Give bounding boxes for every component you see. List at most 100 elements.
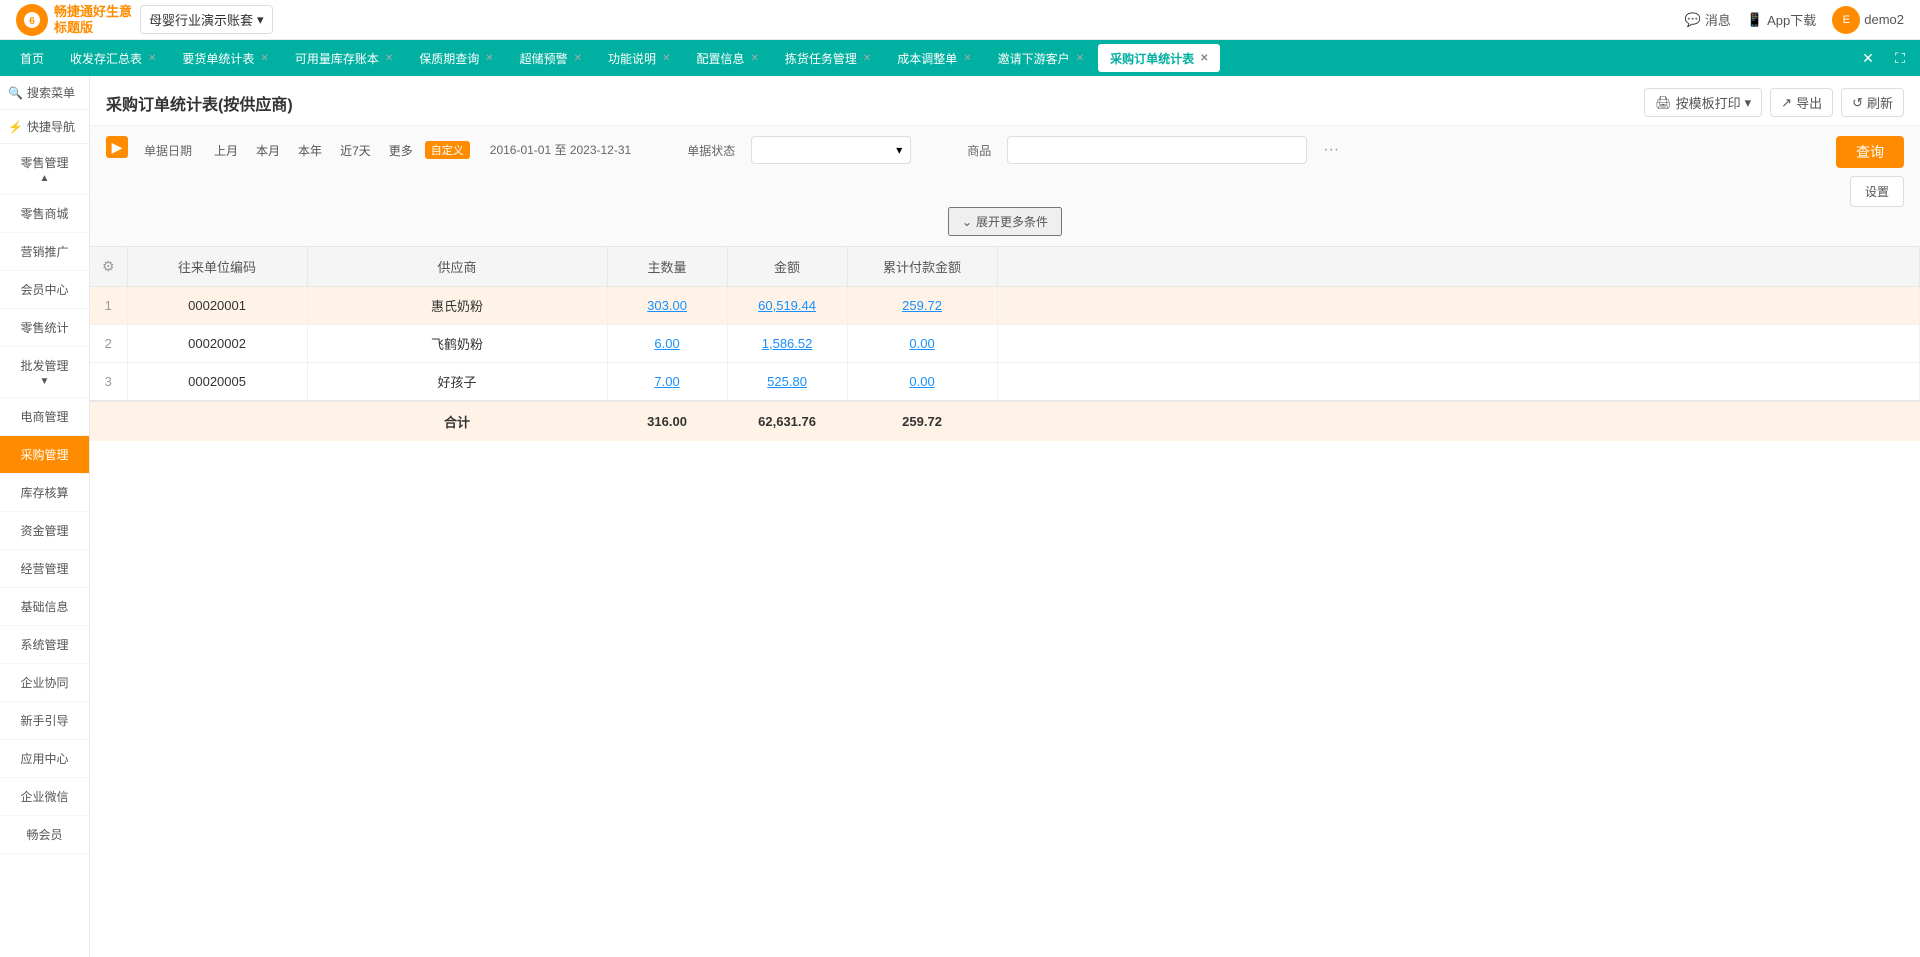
print-icon: 🖨 — [1655, 95, 1672, 111]
cell-qty-1[interactable]: 303.00 — [607, 287, 727, 325]
cell-code-2: 00020002 — [127, 325, 307, 363]
search-icon: 🔍 — [8, 86, 23, 100]
tab-chaochuyujing[interactable]: 超储预警 ✕ — [508, 44, 594, 72]
cell-rownum-2: 2 — [90, 325, 127, 363]
messages-btn[interactable]: 💬 消息 — [1685, 10, 1731, 29]
sidebar-item-enterprise-wechat[interactable]: 企业微信 — [0, 778, 89, 816]
export-btn[interactable]: ↗ 导出 — [1770, 88, 1833, 117]
tab-yaoqing[interactable]: 邀请下游客户 ✕ — [986, 44, 1096, 72]
date-btn-this-month[interactable]: 本月 — [250, 140, 286, 161]
sidebar-item-capital-mgmt[interactable]: 资金管理 — [0, 512, 89, 550]
close-all-tabs-btn[interactable]: ✕ — [1856, 46, 1880, 70]
cell-cumulative-1[interactable]: 259.72 — [847, 287, 997, 325]
footer-label: 合计 — [307, 401, 607, 441]
cell-amount-1[interactable]: 60,519.44 — [727, 287, 847, 325]
date-btn-more[interactable]: 更多 — [383, 140, 419, 161]
sidebar-item-marketing[interactable]: 营销推广 — [0, 233, 89, 271]
more-options-icon[interactable]: ··· — [1323, 141, 1339, 159]
date-range-text: 2016-01-01 至 2023-12-31 — [490, 143, 631, 157]
sidebar-item-member[interactable]: 畅会员 — [0, 816, 89, 854]
toggle-filter-btn[interactable]: ▶ — [106, 136, 128, 158]
sidebar-item-retail-shop[interactable]: 零售商城 — [0, 195, 89, 233]
footer-amount: 62,631.76 — [727, 401, 847, 441]
close-tab-peihuorenwu[interactable]: ✕ — [863, 53, 871, 64]
footer-empty-1 — [90, 401, 127, 441]
sidebar-search[interactable]: 🔍 搜索菜单 — [0, 76, 89, 110]
sidebar-item-enterprise-coop[interactable]: 企业协同 — [0, 664, 89, 702]
nav-tabs: 首页 收发存汇总表 ✕ 要货单统计表 ✕ 可用量库存账本 ✕ 保质期查询 ✕ 超… — [0, 40, 1920, 76]
export-icon: ↗ — [1781, 95, 1792, 111]
sidebar-item-purchase-mgmt[interactable]: 采购管理 — [0, 436, 89, 474]
expand-conditions-btn[interactable]: ⌄ 展开更多条件 — [948, 207, 1062, 236]
tab-peihuorenwu[interactable]: 拣货任务管理 ✕ — [773, 44, 883, 72]
footer-empty-2 — [127, 401, 307, 441]
cell-qty-3[interactable]: 7.00 — [607, 363, 727, 402]
tab-chengben[interactable]: 成本调整单 ✕ — [885, 44, 983, 72]
cell-qty-2[interactable]: 6.00 — [607, 325, 727, 363]
close-tab-shoufaquan[interactable]: ✕ — [148, 53, 156, 64]
tab-home[interactable]: 首页 — [8, 44, 56, 72]
template-print-btn[interactable]: 🖨 按模板打印 ▾ — [1644, 88, 1762, 117]
sidebar-item-retail-stats[interactable]: 零售统计 — [0, 309, 89, 347]
tab-yaohuo[interactable]: 要货单统计表 ✕ — [170, 44, 280, 72]
cell-rownum-3: 3 — [90, 363, 127, 402]
tab-shoufaquan[interactable]: 收发存汇总表 ✕ — [58, 44, 168, 72]
expand-row: ⌄ 展开更多条件 — [106, 207, 1904, 236]
date-custom-tag: 自定义 — [425, 141, 470, 159]
col-header-settings[interactable]: ⚙ — [90, 247, 127, 287]
sidebar-item-retail-mgmt[interactable]: 零售管理 ▲ — [0, 144, 89, 195]
cell-extra-2 — [997, 325, 1919, 363]
close-tab-caigou[interactable]: ✕ — [1200, 53, 1208, 64]
date-btn-this-year[interactable]: 本年 — [292, 140, 328, 161]
query-btn[interactable]: 查询 — [1836, 136, 1904, 168]
tab-caigou[interactable]: 采购订单统计表 ✕ — [1098, 44, 1220, 72]
app-download-btn[interactable]: 📱 App下载 — [1747, 10, 1816, 29]
cell-amount-3[interactable]: 525.80 — [727, 363, 847, 402]
goods-input[interactable] — [1007, 136, 1307, 164]
refresh-icon: ↺ — [1852, 95, 1863, 111]
cell-code-3: 00020005 — [127, 363, 307, 402]
col-header-amount: 金额 — [727, 247, 847, 287]
close-tab-chaochuyujing[interactable]: ✕ — [574, 53, 582, 64]
cell-supplier-1: 惠氏奶粉 — [307, 287, 607, 325]
workspace-selector[interactable]: 母婴行业演示账套 ▾ — [140, 5, 273, 34]
tab-baozhi[interactable]: 保质期查询 ✕ — [407, 44, 505, 72]
tab-peizhi[interactable]: 配置信息 ✕ — [684, 44, 770, 72]
close-tab-baozhi[interactable]: ✕ — [485, 53, 493, 64]
cell-cumulative-3[interactable]: 0.00 — [847, 363, 997, 402]
date-btn-last-month[interactable]: 上月 — [208, 140, 244, 161]
cell-rownum-1: 1 — [90, 287, 127, 325]
sidebar-item-ecommerce-mgmt[interactable]: 电商管理 — [0, 398, 89, 436]
cell-extra-3 — [997, 363, 1919, 402]
status-select[interactable]: ▾ — [751, 136, 911, 164]
sidebar-quick-nav[interactable]: ⚡ 快捷导航 — [0, 110, 89, 144]
close-tab-yaoqing[interactable]: ✕ — [1076, 53, 1084, 64]
filter-row-1: 单据日期 上月 本月 本年 近7天 更多 自定义 2016-01-01 至 20… — [144, 136, 1828, 164]
cell-amount-2[interactable]: 1,586.52 — [727, 325, 847, 363]
gear-icon[interactable]: ⚙ — [102, 258, 115, 274]
close-tab-gongnengshuo[interactable]: ✕ — [662, 53, 670, 64]
sidebar-item-inventory-check[interactable]: 库存核算 — [0, 474, 89, 512]
sidebar-item-member-center[interactable]: 会员中心 — [0, 271, 89, 309]
settings-btn[interactable]: 设置 — [1850, 176, 1904, 207]
sidebar-item-new-guide[interactable]: 新手引导 — [0, 702, 89, 740]
close-tab-peizhi[interactable]: ✕ — [750, 53, 758, 64]
refresh-btn[interactable]: ↺ 刷新 — [1841, 88, 1904, 117]
close-tab-yaohuo[interactable]: ✕ — [260, 53, 268, 64]
sidebar-item-app-center[interactable]: 应用中心 — [0, 740, 89, 778]
user-area[interactable]: E demo2 — [1832, 6, 1904, 34]
cell-cumulative-2[interactable]: 0.00 — [847, 325, 997, 363]
maximize-btn[interactable]: ⛶ — [1888, 46, 1912, 70]
tab-gongnengshuo[interactable]: 功能说明 ✕ — [596, 44, 682, 72]
table-row: 1 00020001 惠氏奶粉 303.00 60,519.44 259.72 — [90, 287, 1920, 325]
date-btn-7days[interactable]: 近7天 — [334, 140, 377, 161]
sidebar-item-ops-mgmt[interactable]: 经营管理 — [0, 550, 89, 588]
sidebar-item-system-mgmt[interactable]: 系统管理 — [0, 626, 89, 664]
sidebar-item-batch-mgmt[interactable]: 批发管理 ▼ — [0, 347, 89, 398]
close-tab-keyongliang[interactable]: ✕ — [385, 53, 393, 64]
col-header-code: 往来单位编码 — [127, 247, 307, 287]
close-tab-chengben[interactable]: ✕ — [963, 53, 971, 64]
sidebar-item-basic-info[interactable]: 基础信息 — [0, 588, 89, 626]
tab-keyongliang[interactable]: 可用量库存账本 ✕ — [283, 44, 405, 72]
footer-cumulative: 259.72 — [847, 401, 997, 441]
